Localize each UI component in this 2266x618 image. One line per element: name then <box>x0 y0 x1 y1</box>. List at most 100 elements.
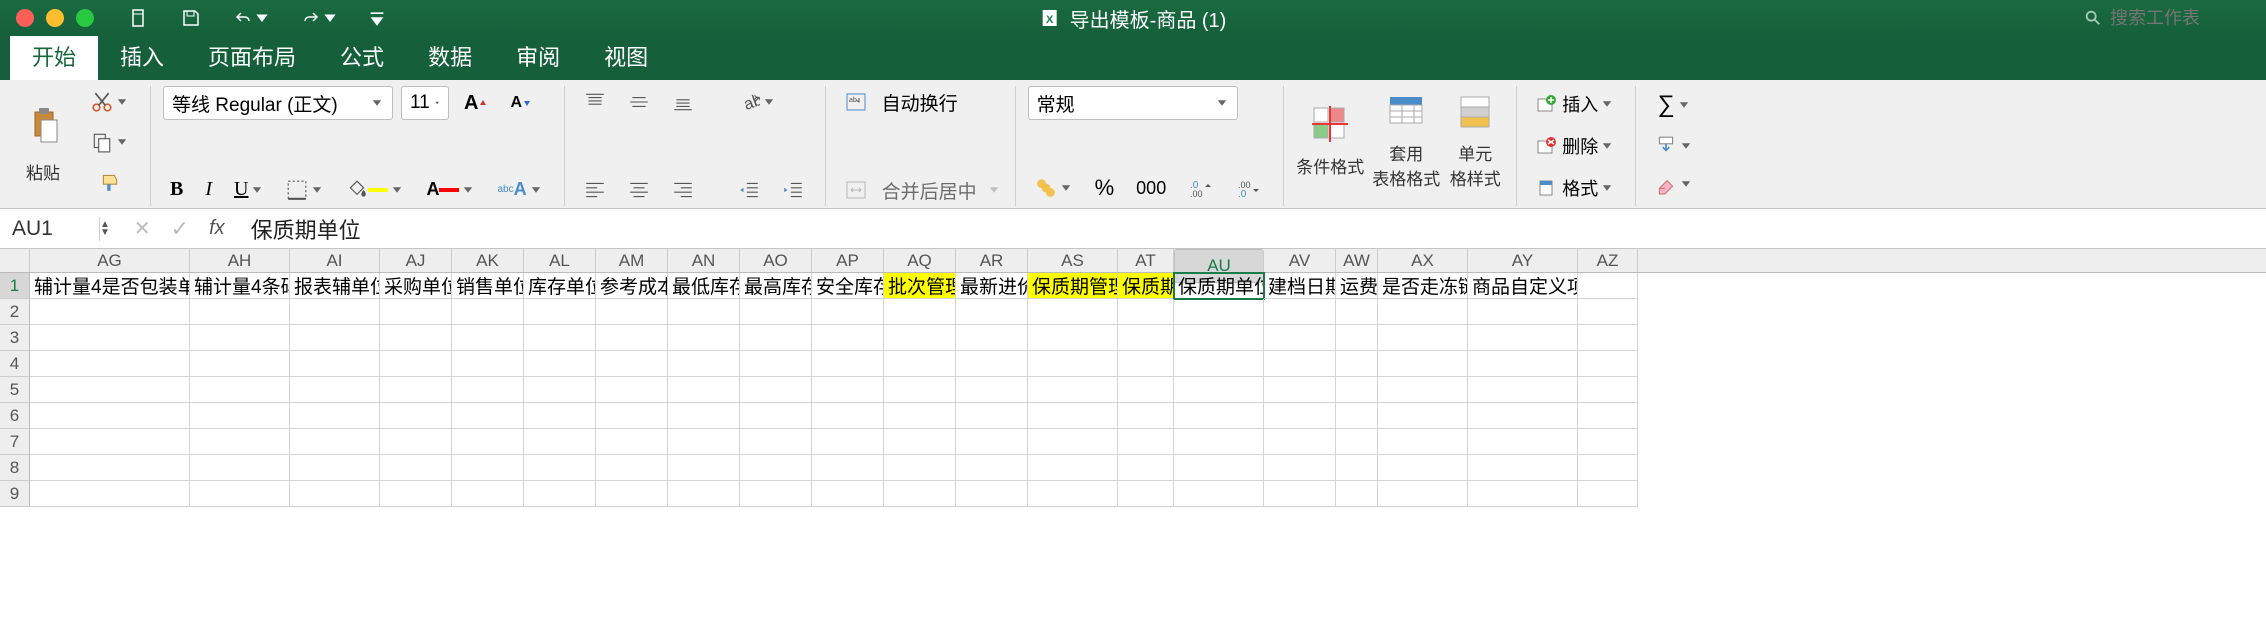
workbook-search[interactable] <box>2084 8 2250 29</box>
cell-AG1[interactable]: 辅计量4是否包装单位 <box>30 273 190 299</box>
row-header-2[interactable]: 2 <box>0 299 30 325</box>
cell-AP4[interactable] <box>812 351 884 377</box>
column-header-AV[interactable]: AV <box>1264 249 1336 272</box>
cell-AR3[interactable] <box>956 325 1028 351</box>
cell-AZ1[interactable] <box>1578 273 1638 299</box>
cell-AJ2[interactable] <box>380 299 452 325</box>
cell-AS3[interactable] <box>1028 325 1118 351</box>
cell-AV1[interactable]: 建档日期 <box>1264 273 1336 299</box>
cell-AS8[interactable] <box>1028 455 1118 481</box>
borders-button[interactable] <box>279 174 331 206</box>
cell-AI6[interactable] <box>290 403 380 429</box>
fx-icon[interactable]: fx <box>209 217 225 240</box>
minimize-icon[interactable] <box>46 9 64 27</box>
cell-AP1[interactable]: 安全库存 <box>812 273 884 299</box>
cell-AX3[interactable] <box>1378 325 1468 351</box>
cell-AR9[interactable] <box>956 481 1028 507</box>
redo-button[interactable] <box>294 3 344 33</box>
column-header-AH[interactable]: AH <box>190 249 290 272</box>
cell-AG8[interactable] <box>30 455 190 481</box>
column-header-AO[interactable]: AO <box>740 249 812 272</box>
decrease-indent-button[interactable] <box>731 174 767 206</box>
cell-AN1[interactable]: 最低库存 <box>668 273 740 299</box>
increase-decimal-button[interactable]: .0.00 <box>1181 173 1221 203</box>
underline-button[interactable]: U <box>227 173 271 206</box>
cell-AI8[interactable] <box>290 455 380 481</box>
cell-AL5[interactable] <box>524 377 596 403</box>
cell-AL4[interactable] <box>524 351 596 377</box>
percent-format-button[interactable]: % <box>1088 170 1122 206</box>
cell-AN6[interactable] <box>668 403 740 429</box>
cell-AS1[interactable]: 保质期管理 <box>1028 273 1118 299</box>
column-header-AX[interactable]: AX <box>1378 249 1468 272</box>
cell-AO6[interactable] <box>740 403 812 429</box>
cell-AL8[interactable] <box>524 455 596 481</box>
cell-AX5[interactable] <box>1378 377 1468 403</box>
cell-AY1[interactable]: 商品自定义项 <box>1468 273 1578 299</box>
cell-AW3[interactable] <box>1336 325 1378 351</box>
row-header-1[interactable]: 1 <box>0 273 30 299</box>
cell-AU4[interactable] <box>1174 351 1264 377</box>
cell-AP6[interactable] <box>812 403 884 429</box>
column-header-AG[interactable]: AG <box>30 249 190 272</box>
wrap-text-button[interactable]: ab <box>838 86 874 118</box>
cell-AI1[interactable]: 报表辅单位 <box>290 273 380 299</box>
customize-qat-button[interactable] <box>362 5 392 31</box>
cell-AH8[interactable] <box>190 455 290 481</box>
cell-AN2[interactable] <box>668 299 740 325</box>
cell-AR4[interactable] <box>956 351 1028 377</box>
cell-AS7[interactable] <box>1028 429 1118 455</box>
fill-color-button[interactable] <box>339 174 411 206</box>
cell-AH4[interactable] <box>190 351 290 377</box>
column-header-AL[interactable]: AL <box>524 249 596 272</box>
cell-AP9[interactable] <box>812 481 884 507</box>
cell-AT4[interactable] <box>1118 351 1174 377</box>
cell-AH6[interactable] <box>190 403 290 429</box>
cell-AL7[interactable] <box>524 429 596 455</box>
cell-AR7[interactable] <box>956 429 1028 455</box>
tab-开始[interactable]: 开始 <box>10 32 98 80</box>
cell-AM9[interactable] <box>596 481 668 507</box>
cell-AT3[interactable] <box>1118 325 1174 351</box>
align-top-button[interactable] <box>577 86 613 118</box>
cell-AI7[interactable] <box>290 429 380 455</box>
fill-button[interactable] <box>1648 130 1700 162</box>
column-header-AY[interactable]: AY <box>1468 249 1578 272</box>
cell-AR6[interactable] <box>956 403 1028 429</box>
cell-AL2[interactable] <box>524 299 596 325</box>
italic-button[interactable]: I <box>198 173 219 206</box>
cell-AO8[interactable] <box>740 455 812 481</box>
cell-AK6[interactable] <box>452 403 524 429</box>
cell-AY6[interactable] <box>1468 403 1578 429</box>
cell-AQ2[interactable] <box>884 299 956 325</box>
column-header-AK[interactable]: AK <box>452 249 524 272</box>
cell-AS5[interactable] <box>1028 377 1118 403</box>
cell-AV4[interactable] <box>1264 351 1336 377</box>
cell-AN9[interactable] <box>668 481 740 507</box>
cell-AR1[interactable]: 最新进价 <box>956 273 1028 299</box>
row-header-3[interactable]: 3 <box>0 325 30 351</box>
cell-AK7[interactable] <box>452 429 524 455</box>
cell-AZ3[interactable] <box>1578 325 1638 351</box>
cell-AU6[interactable] <box>1174 403 1264 429</box>
autosum-button[interactable]: ∑ <box>1648 86 1700 124</box>
align-center-button[interactable] <box>621 174 657 206</box>
cell-AL9[interactable] <box>524 481 596 507</box>
cell-AQ5[interactable] <box>884 377 956 403</box>
cell-AG5[interactable] <box>30 377 190 403</box>
cell-AQ4[interactable] <box>884 351 956 377</box>
cell-AY2[interactable] <box>1468 299 1578 325</box>
cell-AJ7[interactable] <box>380 429 452 455</box>
format-cells-button[interactable]: 格式 <box>1529 170 1621 206</box>
cell-AK5[interactable] <box>452 377 524 403</box>
font-name-select[interactable]: 等线 Regular (正文) <box>163 86 393 120</box>
cell-AM8[interactable] <box>596 455 668 481</box>
cell-AZ7[interactable] <box>1578 429 1638 455</box>
cut-button[interactable] <box>84 86 136 118</box>
cell-AK1[interactable]: 销售单位 <box>452 273 524 299</box>
cell-AY3[interactable] <box>1468 325 1578 351</box>
cell-AG3[interactable] <box>30 325 190 351</box>
column-header-AI[interactable]: AI <box>290 249 380 272</box>
cell-AM4[interactable] <box>596 351 668 377</box>
tab-页面布局[interactable]: 页面布局 <box>186 32 318 80</box>
